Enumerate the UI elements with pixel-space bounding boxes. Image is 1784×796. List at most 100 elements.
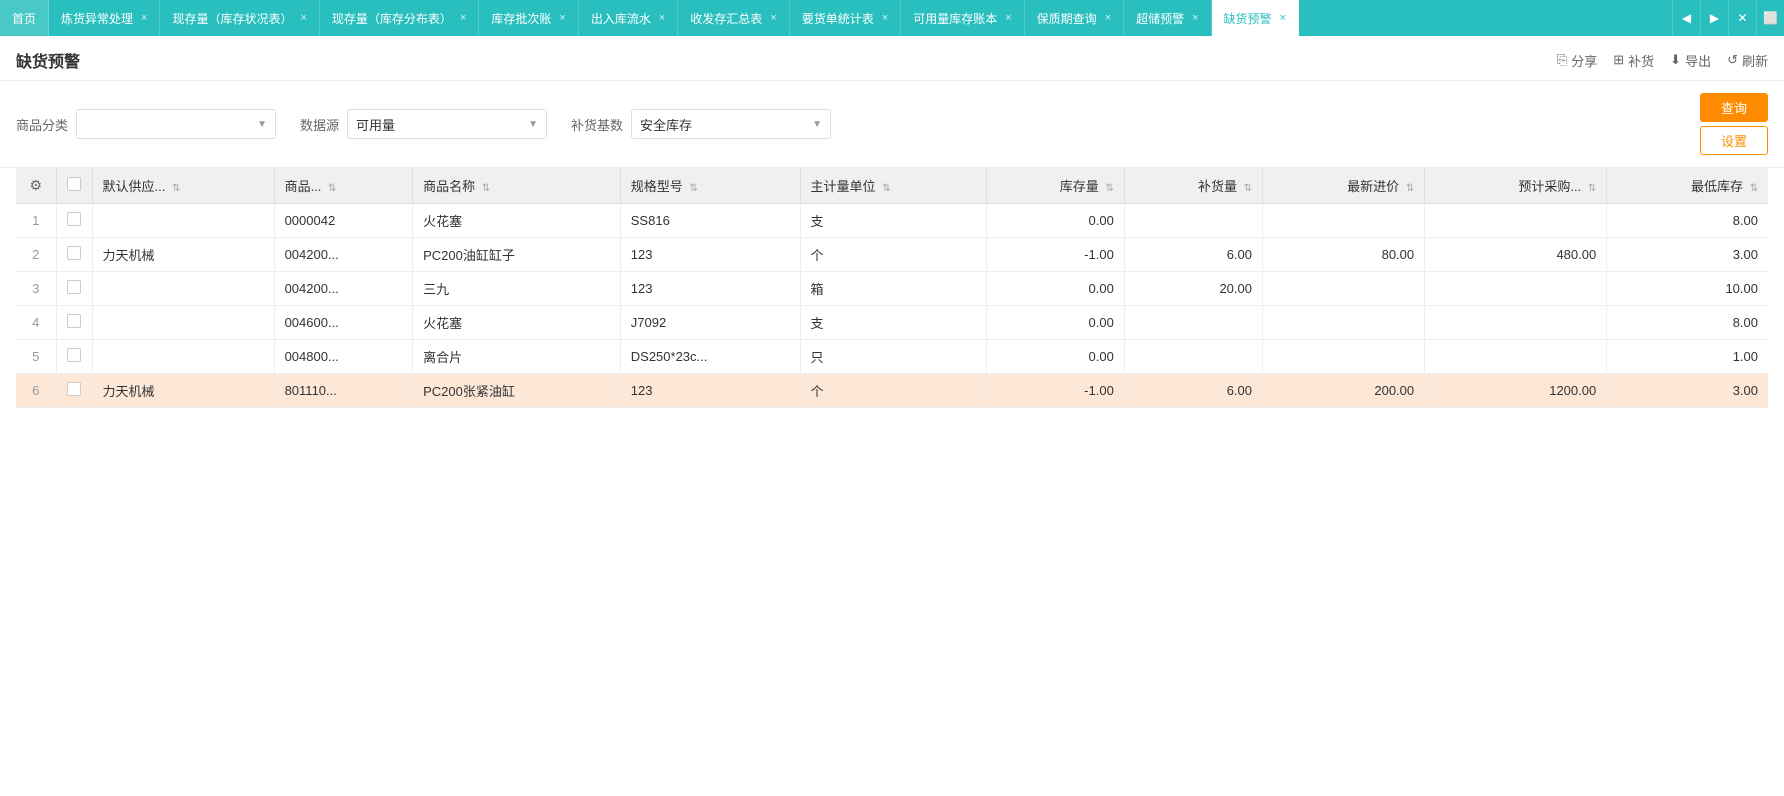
main-content: 缺货预警 ⎘ 分享 ⊞ 补货 ⬇ 导出 ↺ 刷新 商品分类 — [0, 36, 1784, 796]
cell-product-name: 火花塞 — [413, 306, 621, 340]
cell-replenish-qty — [1124, 306, 1262, 340]
col-header-latest-price: 最新进价 ⇅ — [1263, 168, 1425, 204]
col-header-spec: 规格型号 ⇅ — [620, 168, 800, 204]
tab-stock-batch[interactable]: 库存批次账 × — [479, 0, 578, 36]
cell-checkbox[interactable] — [56, 306, 92, 340]
refresh-button[interactable]: ↺ 刷新 — [1727, 51, 1768, 70]
tab-shortage-warning[interactable]: 缺货预警 × — [1212, 0, 1299, 36]
sort-icon-unit[interactable]: ⇅ — [882, 183, 890, 194]
tab-expiry-query[interactable]: 保质期查询 × — [1025, 0, 1124, 36]
cell-product-code: 004800... — [274, 340, 413, 374]
category-select[interactable]: ▼ — [76, 109, 276, 139]
tab-close-available-ledger[interactable]: × — [1005, 12, 1011, 24]
datasource-select[interactable]: 可用量 ▼ — [347, 109, 547, 139]
row-checkbox[interactable] — [67, 246, 81, 260]
col-header-unit: 主计量单位 ⇅ — [800, 168, 986, 204]
export-icon: ⬇ — [1670, 52, 1681, 68]
category-select-arrow: ▼ — [257, 119, 267, 130]
table-container: ⚙ 默认供应... ⇅ 商品... ⇅ 商品名称 ⇅ — [0, 168, 1784, 408]
tab-close-order-stats[interactable]: × — [882, 12, 888, 24]
table-settings-icon[interactable]: ⚙ — [29, 177, 42, 193]
cell-checkbox[interactable] — [56, 374, 92, 408]
sort-icon-supplier[interactable]: ⇅ — [172, 183, 180, 194]
export-button[interactable]: ⬇ 导出 — [1670, 51, 1711, 70]
cell-checkbox[interactable] — [56, 204, 92, 238]
replenish-base-value: 安全库存 — [640, 115, 692, 134]
tab-close-all-button[interactable]: ✕ — [1728, 0, 1756, 36]
tab-order-stats[interactable]: 要货单统计表 × — [790, 0, 901, 36]
table-row: 6力天机械801110...PC200张紧油缸123个-1.006.00200.… — [16, 374, 1768, 408]
cell-product-name: PC200油缸缸子 — [413, 238, 621, 272]
tab-close-current-stock-dist[interactable]: × — [460, 12, 466, 24]
tab-home[interactable]: 首页 — [0, 0, 49, 36]
settings-button[interactable]: 设置 — [1700, 126, 1768, 155]
tab-overstock-warning[interactable]: 超储预警 × — [1124, 0, 1211, 36]
table-row: 5004800...离合片DS250*23c...只0.001.00 — [16, 340, 1768, 374]
cell-replenish-qty — [1124, 204, 1262, 238]
replenish-base-label: 补货基数 — [571, 115, 623, 134]
tab-refine-abnormal[interactable]: 炼货异常处理 × — [49, 0, 160, 36]
tab-next-button[interactable]: ▶ — [1700, 0, 1728, 36]
cell-latest-price — [1263, 340, 1425, 374]
tab-close-stock-batch[interactable]: × — [559, 12, 565, 24]
sort-icon-min-stock[interactable]: ⇅ — [1750, 183, 1758, 194]
sort-icon-latest-price[interactable]: ⇅ — [1406, 183, 1414, 194]
filter-group-datasource: 数据源 可用量 ▼ — [300, 109, 547, 139]
tab-prev-button[interactable]: ◀ — [1672, 0, 1700, 36]
sort-icon-replenish-qty[interactable]: ⇅ — [1244, 183, 1252, 194]
replenish-button[interactable]: ⊞ 补货 — [1613, 51, 1654, 70]
cell-spec: 123 — [620, 272, 800, 306]
cell-checkbox[interactable] — [56, 238, 92, 272]
tab-available-ledger[interactable]: 可用量库存账本 × — [901, 0, 1024, 36]
sort-icon-product-name[interactable]: ⇅ — [482, 183, 490, 194]
cell-min-stock: 8.00 — [1607, 306, 1768, 340]
tab-close-current-stock-status[interactable]: × — [300, 12, 306, 24]
sort-icon-stock[interactable]: ⇅ — [1105, 183, 1113, 194]
sort-icon-estimated-purchase[interactable]: ⇅ — [1588, 183, 1596, 194]
col-header-replenish-qty: 补货量 ⇅ — [1124, 168, 1262, 204]
cell-spec: J7092 — [620, 306, 800, 340]
tab-current-stock-dist[interactable]: 现存量（库存分布表） × — [320, 0, 479, 36]
cell-checkbox[interactable] — [56, 272, 92, 306]
cell-supplier — [92, 272, 274, 306]
sort-icon-spec[interactable]: ⇅ — [689, 183, 697, 194]
cell-stock: 0.00 — [986, 272, 1124, 306]
cell-estimated-purchase — [1425, 204, 1607, 238]
tab-close-refine-abnormal[interactable]: × — [141, 12, 147, 24]
cell-unit: 个 — [800, 238, 986, 272]
datasource-select-arrow: ▼ — [528, 119, 538, 130]
tab-inout-flow[interactable]: 出入库流水 × — [579, 0, 678, 36]
sort-icon-product-code[interactable]: ⇅ — [328, 183, 336, 194]
cell-checkbox[interactable] — [56, 340, 92, 374]
row-checkbox[interactable] — [67, 314, 81, 328]
share-icon: ⎘ — [1557, 52, 1567, 68]
tab-collect-summary[interactable]: 收发存汇总表 × — [678, 0, 789, 36]
cell-stock: 0.00 — [986, 340, 1124, 374]
tab-close-expiry-query[interactable]: × — [1105, 12, 1111, 24]
cell-product-name: 三九 — [413, 272, 621, 306]
tab-close-overstock-warning[interactable]: × — [1192, 12, 1198, 24]
cell-supplier — [92, 340, 274, 374]
tab-close-collect-summary[interactable]: × — [770, 12, 776, 24]
row-checkbox[interactable] — [67, 280, 81, 294]
select-all-checkbox[interactable] — [67, 177, 81, 191]
datasource-label: 数据源 — [300, 115, 339, 134]
row-checkbox[interactable] — [67, 212, 81, 226]
col-header-min-stock: 最低库存 ⇅ — [1607, 168, 1768, 204]
replenish-base-select[interactable]: 安全库存 ▼ — [631, 109, 831, 139]
row-checkbox[interactable] — [67, 382, 81, 396]
tab-current-stock-status[interactable]: 现存量（库存状况表） × — [160, 0, 319, 36]
cell-stock: -1.00 — [986, 238, 1124, 272]
tab-close-shortage-warning[interactable]: × — [1280, 12, 1286, 24]
cell-supplier — [92, 204, 274, 238]
tab-close-inout-flow[interactable]: × — [659, 12, 665, 24]
filter-group-replenish-base: 补货基数 安全库存 ▼ — [571, 109, 831, 139]
cell-stock: 0.00 — [986, 204, 1124, 238]
cell-index: 3 — [16, 272, 56, 306]
share-button[interactable]: ⎘ 分享 — [1557, 51, 1597, 70]
cell-unit: 个 — [800, 374, 986, 408]
query-button[interactable]: 查询 — [1700, 93, 1768, 122]
row-checkbox[interactable] — [67, 348, 81, 362]
replenish-icon: ⊞ — [1613, 52, 1624, 68]
tab-fullscreen-button[interactable]: ⬜ — [1756, 0, 1784, 36]
